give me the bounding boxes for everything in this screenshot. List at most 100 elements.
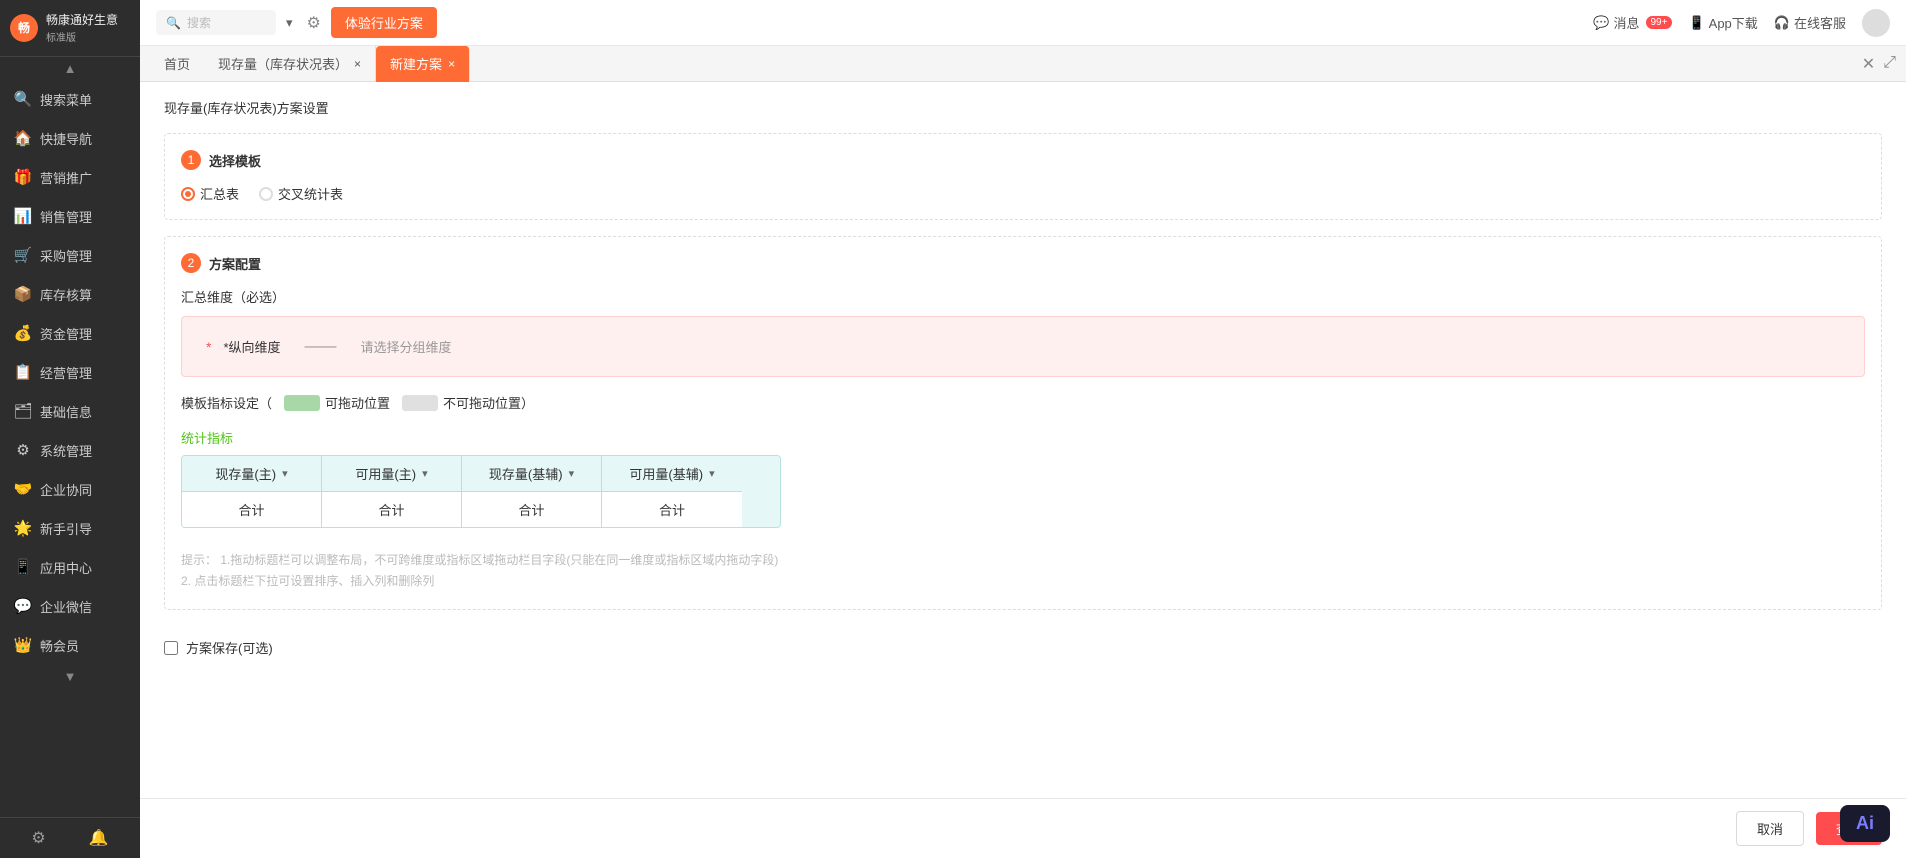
tip-1: 提示： 1.拖动标题栏可以调整布局，不可跨维度或指标区域拖动栏目字段(只能在同一… bbox=[181, 551, 1865, 568]
sidebar-scroll-down[interactable]: ▼ bbox=[0, 665, 140, 688]
non-movable-indicator-box: 不可拖动位置） bbox=[402, 393, 534, 412]
message-label: 消息 bbox=[1613, 13, 1639, 32]
stats-col-2: 现存量(基辅) ▾ 合计 bbox=[462, 456, 602, 527]
ai-badge-label: Ai bbox=[1856, 813, 1874, 833]
radio-crosstab-label: 交叉统计表 bbox=[278, 184, 343, 203]
radio-crosstab[interactable]: 交叉统计表 bbox=[259, 184, 343, 203]
topbar: 🔍 搜索 ▾ ⚙ 体验行业方案 💬 消息 99+ 📱 App下载 🎧 在线客服 bbox=[140, 0, 1906, 46]
cancel-button[interactable]: 取消 bbox=[1736, 811, 1804, 846]
radio-summary[interactable]: 汇总表 bbox=[181, 184, 239, 203]
non-movable-indicator bbox=[402, 395, 438, 411]
topbar-right: 💬 消息 99+ 📱 App下载 🎧 在线客服 bbox=[1593, 9, 1890, 37]
sidebar-item-label: 快捷导航 bbox=[40, 129, 92, 148]
sidebar-item-quick-nav[interactable]: 🏠 快捷导航 bbox=[0, 119, 140, 158]
app-icon: 📱 bbox=[14, 558, 32, 576]
stats-title: 统计指标 bbox=[181, 428, 1865, 447]
sidebar-item-marketing[interactable]: 🎁 营销推广 bbox=[0, 158, 140, 197]
tab-new-plan-close-icon[interactable]: × bbox=[448, 57, 455, 71]
tabs-bar: 首页 现存量（库存状况表） × 新建方案 × ✕ ⤢ bbox=[140, 46, 1906, 82]
ai-badge[interactable]: Ai bbox=[1840, 805, 1890, 842]
volume-footer-icon[interactable]: 🔔 bbox=[89, 828, 109, 848]
page-title: 现存量(库存状况表)方案设置 bbox=[164, 98, 1882, 117]
sidebar-item-sales[interactable]: 📊 销售管理 bbox=[0, 197, 140, 236]
save-checkbox[interactable] bbox=[164, 641, 178, 655]
sidebar-scroll-up[interactable]: ▲ bbox=[0, 57, 140, 80]
expand-window-icon[interactable]: ⤢ bbox=[1883, 54, 1896, 74]
sidebar-item-wechat[interactable]: 💬 企业微信 bbox=[0, 587, 140, 626]
sidebar-item-membership[interactable]: 👑 畅会员 bbox=[0, 626, 140, 665]
chevron-down-icon-3[interactable]: ▾ bbox=[709, 467, 715, 480]
gear-icon[interactable]: ⚙ bbox=[307, 13, 321, 33]
radio-summary-dot bbox=[181, 187, 195, 201]
section-template: 1 选择模板 汇总表 交叉统计表 bbox=[164, 133, 1882, 220]
enterprise-icon: 🤝 bbox=[14, 480, 32, 498]
indicator-row: 模板指标设定（ 可拖动位置 不可拖动位置） bbox=[181, 393, 1865, 412]
stats-col-1: 可用量(主) ▾ 合计 bbox=[322, 456, 462, 527]
system-icon: ⚙ bbox=[14, 441, 32, 459]
brand-area: 畅 畅康通好生意 标准版 bbox=[0, 0, 140, 57]
template-radio-group: 汇总表 交叉统计表 bbox=[181, 184, 1865, 203]
sidebar-item-finance[interactable]: 💰 资金管理 bbox=[0, 314, 140, 353]
stats-col-header-1[interactable]: 可用量(主) ▾ bbox=[322, 456, 461, 492]
dimension-required-area: * *纵向维度 —— 请选择分组维度 bbox=[181, 316, 1865, 377]
sidebar-item-basic[interactable]: 🗂 基础信息 bbox=[0, 392, 140, 431]
col-label-0: 现存量(主) bbox=[215, 464, 276, 483]
stats-col-header-2[interactable]: 现存量(基辅) ▾ bbox=[462, 456, 601, 492]
stats-col-body-3: 合计 bbox=[602, 492, 742, 527]
sidebar-item-purchase[interactable]: 🛒 采购管理 bbox=[0, 236, 140, 275]
section2-title: 方案配置 bbox=[209, 254, 261, 273]
industry-plan-button[interactable]: 体验行业方案 bbox=[331, 7, 437, 38]
tips-section: 提示： 1.拖动标题栏可以调整布局，不可跨维度或指标区域拖动栏目字段(只能在同一… bbox=[181, 551, 1865, 589]
sidebar-item-system[interactable]: ⚙ 系统管理 bbox=[0, 431, 140, 470]
stats-col-header-3[interactable]: 可用量(基辅) ▾ bbox=[602, 456, 742, 492]
content-area: 现存量(库存状况表)方案设置 1 选择模板 汇总表 交叉统计表 2 bbox=[140, 82, 1906, 798]
tab-new-plan[interactable]: 新建方案 × bbox=[376, 46, 470, 82]
home-icon: 🏠 bbox=[14, 129, 32, 147]
sidebar-item-guide[interactable]: 🌟 新手引导 bbox=[0, 509, 140, 548]
user-avatar[interactable] bbox=[1862, 9, 1890, 37]
sidebar-item-app-center[interactable]: 📱 应用中心 bbox=[0, 548, 140, 587]
sidebar-item-label: 新手引导 bbox=[40, 519, 92, 538]
indicator-label-text: 模板指标设定（ bbox=[181, 393, 272, 412]
movable-indicator-box: 可拖动位置 bbox=[284, 393, 390, 412]
message-item[interactable]: 💬 消息 99+ bbox=[1593, 13, 1672, 32]
sidebar-item-search-menu[interactable]: 🔍 搜索菜单 bbox=[0, 80, 140, 119]
chevron-down-icon-1[interactable]: ▾ bbox=[422, 467, 428, 480]
topbar-search-box[interactable]: 🔍 搜索 bbox=[156, 10, 276, 35]
sidebar-item-inventory[interactable]: 📦 库存核算 bbox=[0, 275, 140, 314]
stats-col-body-2: 合计 bbox=[462, 492, 601, 527]
close-window-icon[interactable]: ✕ bbox=[1862, 54, 1875, 74]
stats-col-header-0[interactable]: 现存量(主) ▾ bbox=[182, 456, 321, 492]
headset-icon: 🎧 bbox=[1774, 15, 1790, 31]
sidebar-item-enterprise[interactable]: 🤝 企业协同 bbox=[0, 470, 140, 509]
ops-icon: 📋 bbox=[14, 363, 32, 381]
section1-title: 选择模板 bbox=[209, 151, 261, 170]
chevron-down-icon-2[interactable]: ▾ bbox=[569, 467, 575, 480]
tab-close-icon[interactable]: × bbox=[354, 57, 361, 71]
online-support-item[interactable]: 🎧 在线客服 bbox=[1774, 13, 1846, 32]
purchase-icon: 🛒 bbox=[14, 246, 32, 264]
movable-indicator bbox=[284, 395, 320, 411]
tab-window-controls: ✕ ⤢ bbox=[1862, 54, 1896, 74]
sidebar-item-label: 基础信息 bbox=[40, 402, 92, 421]
dropdown-arrow-icon[interactable]: ▾ bbox=[286, 15, 293, 31]
app-download-item[interactable]: 📱 App下载 bbox=[1688, 13, 1757, 32]
message-badge: 99+ bbox=[1646, 16, 1673, 29]
tab-home[interactable]: 首页 bbox=[150, 46, 204, 81]
dim-placeholder[interactable]: 请选择分组维度 bbox=[361, 337, 452, 356]
sidebar-item-ops[interactable]: 📋 经营管理 bbox=[0, 353, 140, 392]
movable-label: 可拖动位置 bbox=[325, 393, 390, 412]
settings-footer-icon[interactable]: ⚙ bbox=[31, 828, 45, 848]
sidebar-item-label: 搜索菜单 bbox=[40, 90, 92, 109]
sales-icon: 📊 bbox=[14, 207, 32, 225]
sidebar-item-label: 资金管理 bbox=[40, 324, 92, 343]
stats-col-body-1: 合计 bbox=[322, 492, 461, 527]
guide-icon: 🌟 bbox=[14, 519, 32, 537]
chevron-down-icon-0[interactable]: ▾ bbox=[282, 467, 288, 480]
tab-inventory-status[interactable]: 现存量（库存状况表） × bbox=[204, 46, 376, 82]
sidebar-footer: ⚙ 🔔 bbox=[0, 817, 140, 858]
sidebar-item-label: 销售管理 bbox=[40, 207, 92, 226]
sidebar-item-label: 企业微信 bbox=[40, 597, 92, 616]
main-area: 🔍 搜索 ▾ ⚙ 体验行业方案 💬 消息 99+ 📱 App下载 🎧 在线客服 … bbox=[140, 0, 1906, 858]
section2-num: 2 bbox=[181, 253, 201, 273]
